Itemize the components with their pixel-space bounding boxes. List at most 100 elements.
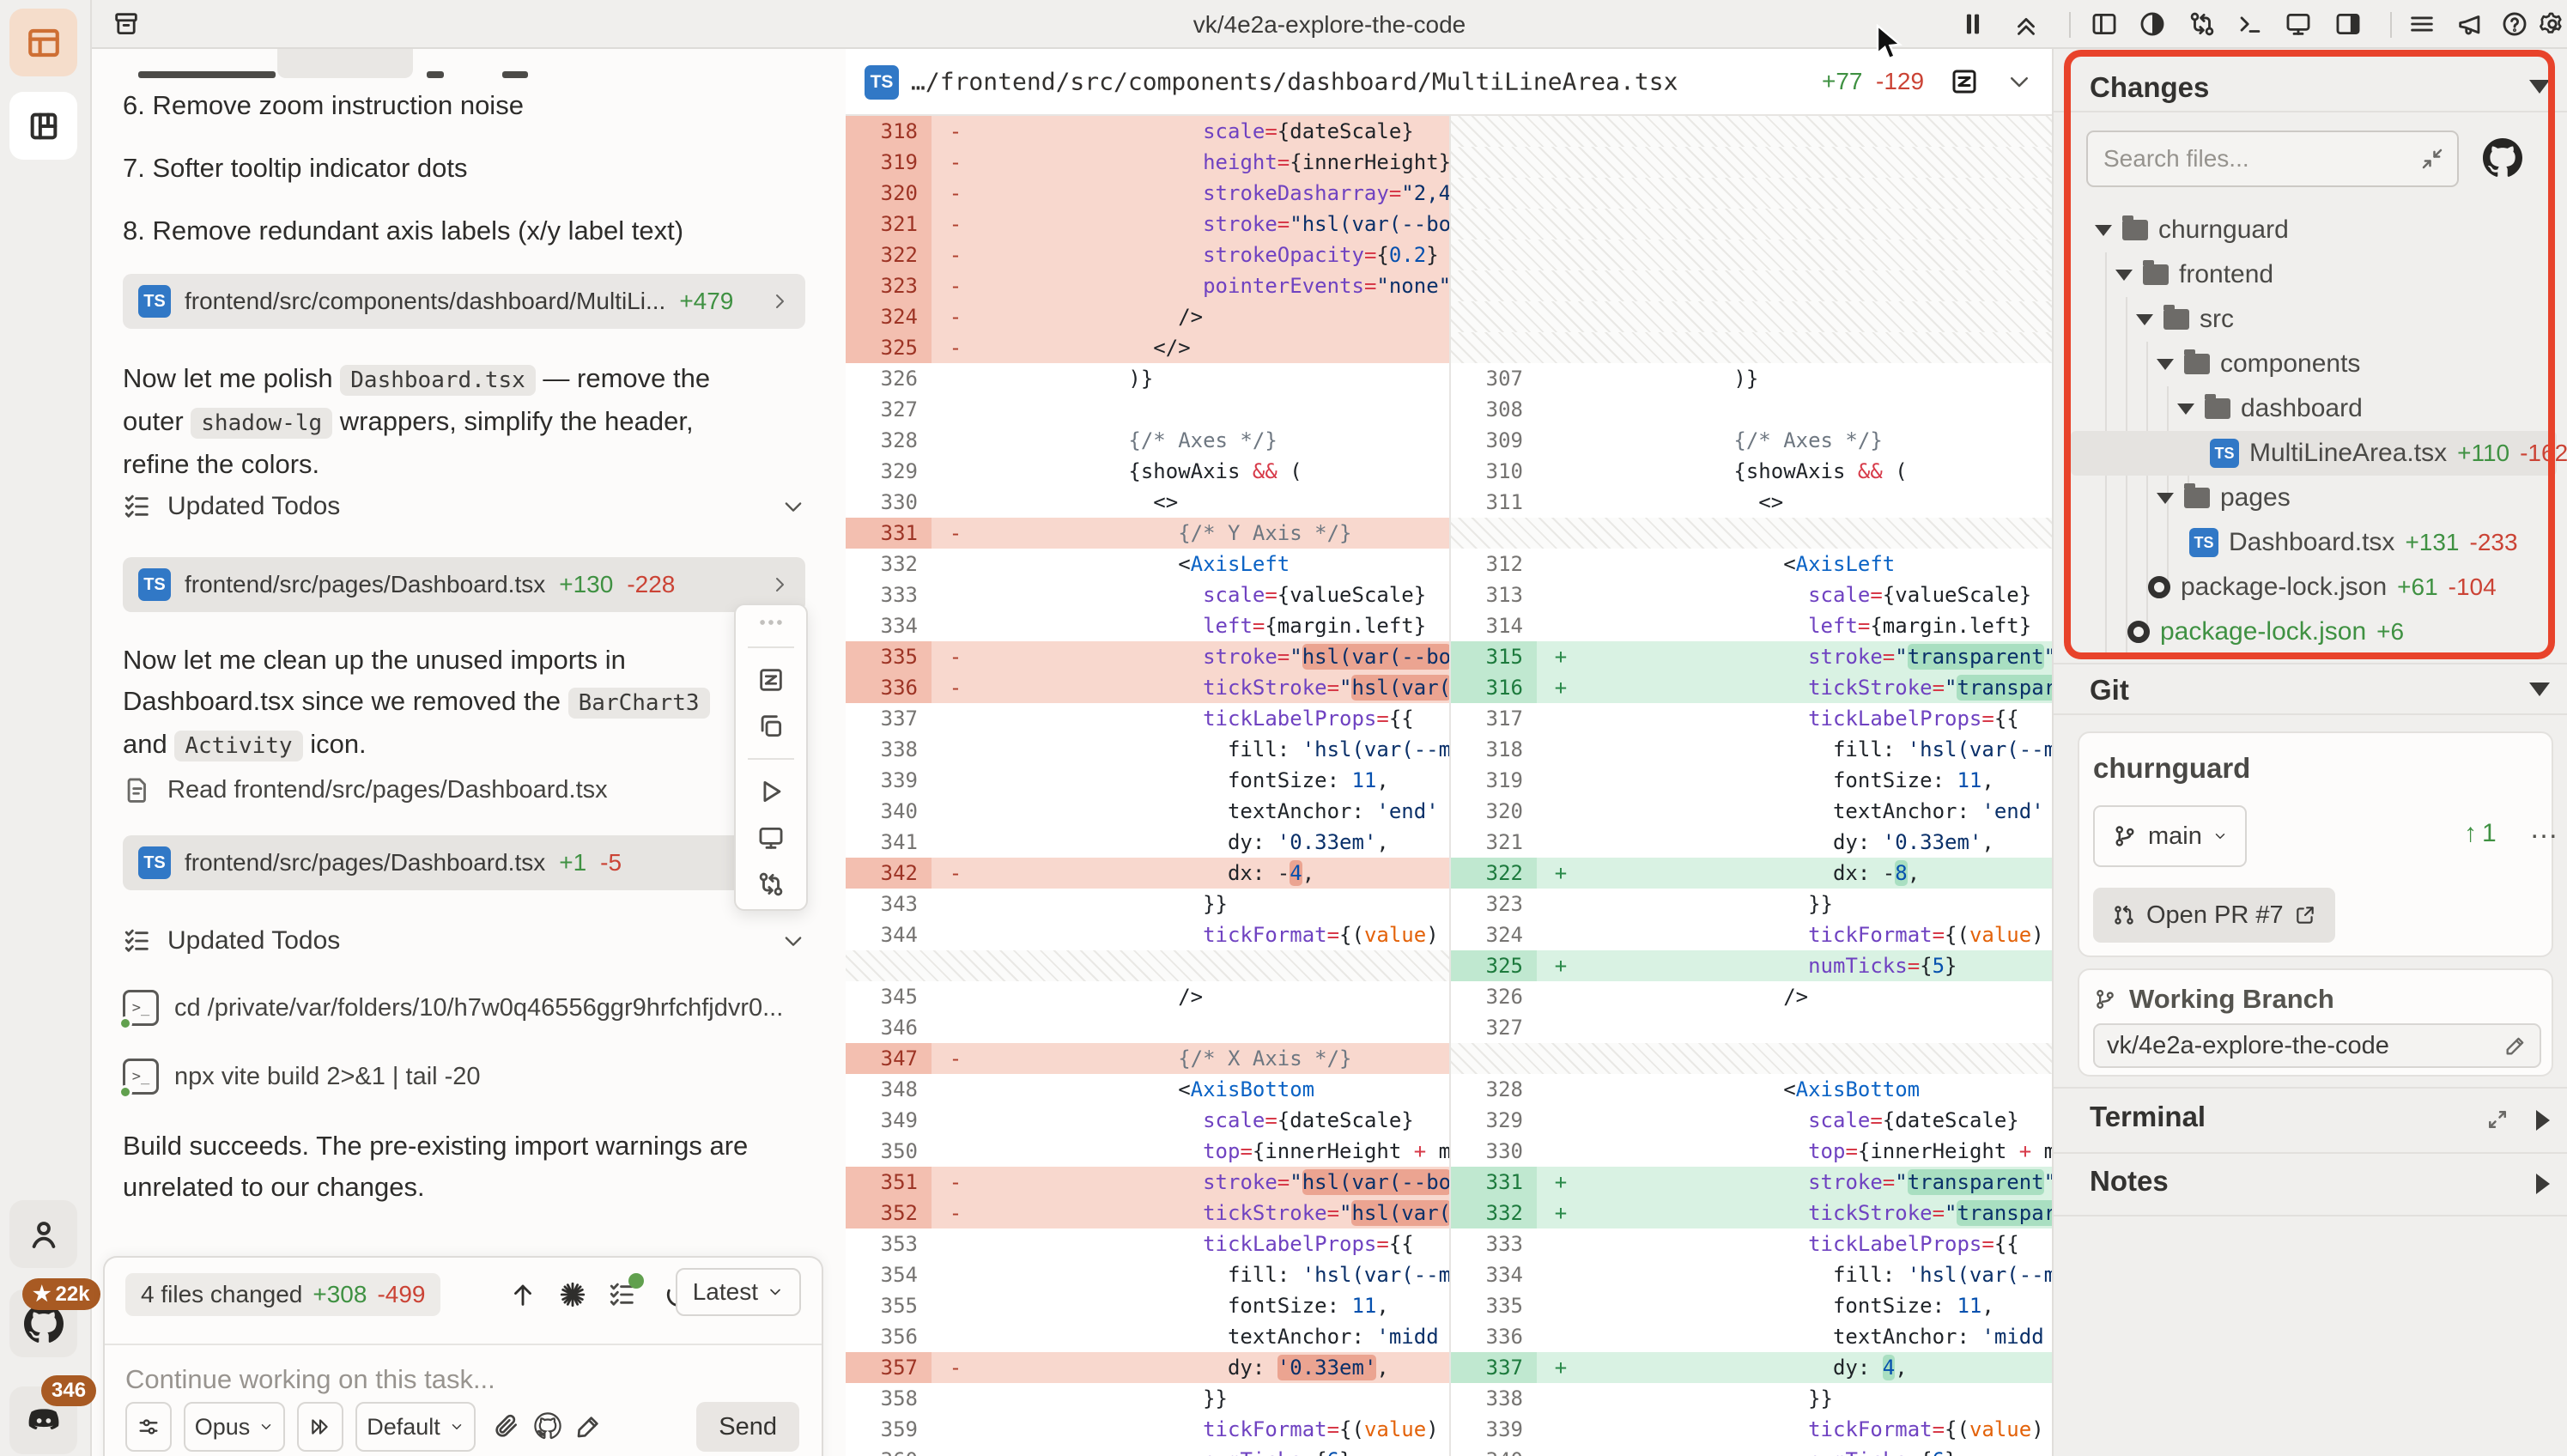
tree-folder-components[interactable]: components <box>2157 342 2360 386</box>
diff-line: 320 textAnchor: 'end' <box>1451 796 2052 827</box>
diff-line: 340 numTicks={6} <box>1451 1445 2052 1456</box>
diff-line: 353 tickLabelProps={{ <box>846 1228 1449 1259</box>
diff-view-icon[interactable] <box>756 665 786 695</box>
branch-dropdown[interactable]: main <box>2093 805 2247 867</box>
caret-down-icon <box>2177 403 2194 415</box>
github-cat-icon[interactable] <box>534 1412 561 1440</box>
diff-line: 346 <box>846 1012 1449 1043</box>
terminal-command-row[interactable]: >_ cd /private/var/folders/10/h7w0q46556… <box>123 990 783 1026</box>
tree-folder-churnguard[interactable]: churnguard <box>2095 208 2289 252</box>
terminal-command-row[interactable]: >_ npx vite build 2>&1 | tail -20 <box>123 1059 481 1095</box>
diff-new-column: 307 )}308309 {/* Axes */}310 {showAxis &… <box>1449 116 2052 1456</box>
help-icon[interactable] <box>2500 9 2529 39</box>
read-file-row[interactable]: Read frontend/src/pages/Dashboard.tsx <box>123 775 608 804</box>
settings-gear-icon[interactable] <box>2538 9 2567 39</box>
pause-icon[interactable] <box>1958 9 1987 39</box>
composer-divider <box>105 1344 822 1345</box>
rail-item-kanban[interactable] <box>9 92 77 160</box>
diff-line: 351- stroke="hsl(var(--bo <box>846 1167 1449 1198</box>
tree-file-MultiLineArea.tsx[interactable]: TSMultiLineArea.tsx+110-162 <box>2071 431 2557 476</box>
chevron-down-icon[interactable] <box>2006 69 2032 94</box>
panel-left-icon[interactable] <box>2090 9 2119 39</box>
git-repo-card: churnguard main ↑1 … Open PR #7 <box>2078 731 2553 957</box>
collapse-up-icon[interactable] <box>2012 9 2041 39</box>
edit-pencil-icon[interactable] <box>2503 1034 2528 1058</box>
ahead-count[interactable]: ↑1 <box>2464 819 2497 848</box>
tree-file-Dashboard.tsx[interactable]: TSDashboard.tsx+131-233 <box>2189 520 2518 565</box>
expand-right-triangle-icon[interactable] <box>2536 1174 2550 1194</box>
more-menu[interactable]: … <box>2529 812 2561 846</box>
rail-item-profile[interactable] <box>9 1200 77 1268</box>
diff-line <box>846 950 1449 981</box>
collapse-triangle-icon[interactable] <box>2529 80 2550 94</box>
collapse-triangle-icon[interactable] <box>2529 682 2550 696</box>
read-file-label: Read frontend/src/pages/Dashboard.tsx <box>167 776 608 804</box>
tree-file-package-lock.json[interactable]: package-lock.json+6 <box>2127 610 2404 654</box>
collapse-tree-icon[interactable] <box>2419 146 2445 172</box>
open-pr-button[interactable]: Open PR #7 <box>2093 888 2335 943</box>
indent-guide <box>2126 297 2127 656</box>
success-dot <box>118 1085 132 1099</box>
expand-right-triangle-icon[interactable] <box>2536 1110 2550 1131</box>
files-changed-pill[interactable]: 4 files changed +308 -499 <box>125 1273 440 1316</box>
git-branch-icon <box>2093 987 2117 1011</box>
chevron-down-icon <box>449 1419 464 1435</box>
diff-line: 319 fontSize: 11, <box>1451 765 2052 796</box>
file-chip-multilinearea[interactable]: TS frontend/src/components/dashboard/Mul… <box>123 274 805 329</box>
ts-file-icon: TS <box>2210 439 2239 468</box>
added-count: +130 <box>559 571 613 598</box>
tree-folder-dashboard[interactable]: dashboard <box>2177 386 2363 431</box>
more-dots-icon[interactable] <box>756 616 786 629</box>
monitor-icon[interactable] <box>2284 9 2313 39</box>
diff-line: 325+ numTicks={5} <box>1451 950 2052 981</box>
git-compare-icon[interactable] <box>2188 9 2217 39</box>
file-chip-dashboard-1[interactable]: TS frontend/src/pages/Dashboard.tsx +130… <box>123 557 805 612</box>
kanban-icon <box>27 109 61 143</box>
paperclip-icon[interactable] <box>493 1412 520 1440</box>
diff-line: 336 textAnchor: 'midd <box>1451 1321 2052 1352</box>
updated-todos-row[interactable]: Updated Todos <box>123 926 805 956</box>
git-compare-icon[interactable] <box>756 870 786 899</box>
todos-status-icon[interactable] <box>608 1280 639 1311</box>
menu-icon[interactable] <box>2407 9 2437 39</box>
diff-line <box>1451 270 2052 301</box>
pen-icon[interactable] <box>575 1412 603 1440</box>
panel-right-icon[interactable] <box>2333 9 2363 39</box>
theme-contrast-icon[interactable] <box>2138 9 2167 39</box>
scroll-up-icon[interactable] <box>508 1280 537 1309</box>
run-play-icon[interactable] <box>756 777 786 806</box>
send-button[interactable]: Send <box>696 1402 799 1452</box>
tree-folder-frontend[interactable]: frontend <box>2115 252 2273 297</box>
message-input[interactable] <box>125 1364 795 1395</box>
diff-line <box>1451 116 2052 147</box>
github-cat-icon[interactable] <box>2483 138 2522 178</box>
expand-icon[interactable] <box>2485 1107 2510 1132</box>
diff-line: 318- scale={dateScale} <box>846 116 1449 147</box>
diff-line: 330 top={innerHeight + m <box>1451 1136 2052 1167</box>
settings-sliders-button[interactable] <box>125 1402 172 1452</box>
monitor-icon[interactable] <box>756 823 786 852</box>
removed-count: -5 <box>600 849 622 877</box>
mode-dropdown[interactable]: Default <box>355 1402 476 1452</box>
tree-folder-pages[interactable]: pages <box>2157 476 2291 520</box>
working-branch-field[interactable]: vk/4e2a-explore-the-code <box>2093 1023 2541 1068</box>
tree-label: pages <box>2220 483 2291 513</box>
diff-view-icon[interactable] <box>1949 66 1980 97</box>
diff-line <box>1451 209 2052 240</box>
megaphone-icon[interactable] <box>2455 9 2485 39</box>
model-dropdown[interactable]: Opus <box>184 1402 285 1452</box>
rail-item-workspace-active[interactable] <box>9 9 77 76</box>
terminal-icon[interactable] <box>2236 9 2265 39</box>
file-chip-dashboard-2[interactable]: TS frontend/src/pages/Dashboard.tsx +1 -… <box>123 835 805 890</box>
latest-dropdown[interactable]: Latest <box>676 1268 801 1316</box>
fast-forward-button[interactable] <box>297 1402 343 1452</box>
copy-icon[interactable] <box>756 712 786 741</box>
starburst-icon[interactable] <box>558 1280 587 1309</box>
diff-line: 327 <box>846 394 1449 425</box>
ts-file-icon: TS <box>138 285 171 318</box>
search-files-input[interactable] <box>2088 132 2457 185</box>
tree-file-package-lock.json[interactable]: package-lock.json+61-104 <box>2148 565 2497 610</box>
json-file-icon <box>2148 576 2170 598</box>
updated-todos-row[interactable]: Updated Todos <box>123 492 805 521</box>
tree-folder-src[interactable]: src <box>2136 297 2234 342</box>
